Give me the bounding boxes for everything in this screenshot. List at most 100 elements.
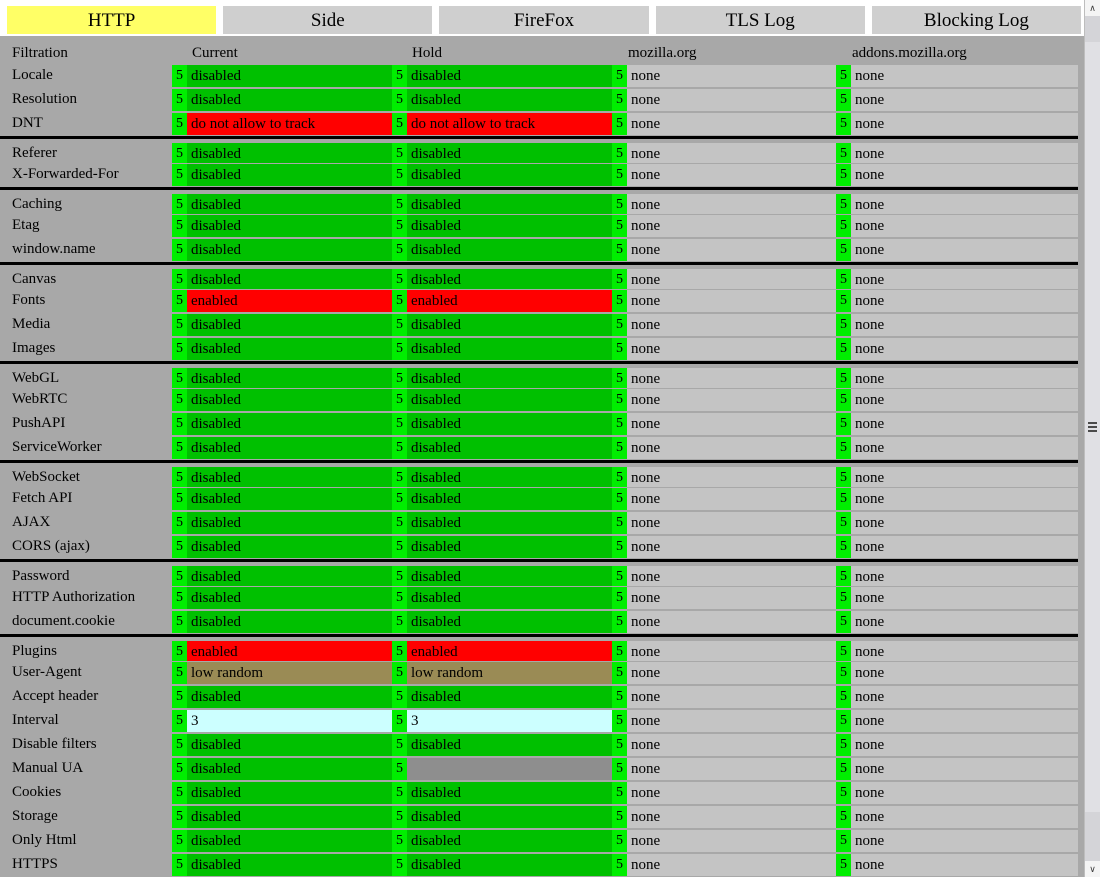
priority-badge[interactable]: 5 — [172, 437, 187, 459]
priority-badge[interactable]: 5 — [392, 782, 407, 804]
cell-value[interactable]: disabled — [187, 587, 409, 609]
priority-badge[interactable]: 5 — [392, 758, 407, 780]
priority-badge[interactable]: 5 — [836, 389, 851, 411]
priority-badge[interactable]: 5 — [612, 194, 627, 216]
cell-value[interactable]: none — [627, 611, 848, 633]
cell-value[interactable]: none — [627, 338, 848, 360]
vertical-scrollbar[interactable]: ∧ ∨ — [1084, 0, 1100, 877]
priority-badge[interactable]: 5 — [172, 512, 187, 534]
priority-badge[interactable]: 5 — [836, 143, 851, 165]
cell-value[interactable]: none — [851, 194, 1078, 216]
priority-badge[interactable]: 5 — [836, 290, 851, 312]
cell-value[interactable]: disabled — [407, 611, 629, 633]
priority-badge[interactable]: 5 — [172, 566, 187, 588]
priority-badge[interactable]: 5 — [836, 536, 851, 558]
cell-value[interactable]: none — [627, 662, 848, 684]
cell-value[interactable]: none — [851, 215, 1078, 237]
priority-badge[interactable]: 5 — [172, 806, 187, 828]
cell-value[interactable]: none — [627, 368, 848, 390]
tab-firefox[interactable]: FireFox — [439, 6, 649, 34]
cell-value[interactable]: none — [851, 437, 1078, 459]
priority-badge[interactable]: 5 — [392, 239, 407, 261]
cell-value[interactable]: disabled — [407, 194, 629, 216]
priority-badge[interactable]: 5 — [172, 269, 187, 291]
cell-value[interactable]: disabled — [187, 758, 409, 780]
cell-value[interactable]: disabled — [187, 854, 409, 876]
priority-badge[interactable]: 5 — [392, 587, 407, 609]
priority-badge[interactable]: 5 — [612, 734, 627, 756]
priority-badge[interactable]: 5 — [612, 113, 627, 135]
cell-value[interactable]: none — [851, 641, 1078, 663]
cell-value[interactable]: disabled — [187, 269, 409, 291]
cell-value[interactable]: none — [851, 368, 1078, 390]
cell-value[interactable]: none — [627, 413, 848, 435]
cell-value[interactable]: disabled — [407, 314, 629, 336]
priority-badge[interactable]: 5 — [836, 854, 851, 876]
scrollbar-track[interactable] — [1085, 16, 1100, 861]
cell-value[interactable]: disabled — [407, 269, 629, 291]
priority-badge[interactable]: 5 — [172, 467, 187, 489]
priority-badge[interactable]: 5 — [172, 239, 187, 261]
priority-badge[interactable]: 5 — [172, 734, 187, 756]
cell-value[interactable]: 3 — [187, 710, 409, 732]
cell-value[interactable]: none — [851, 686, 1078, 708]
cell-value[interactable]: disabled — [407, 512, 629, 534]
cell-value[interactable]: none — [851, 65, 1078, 87]
cell-value[interactable]: none — [851, 662, 1078, 684]
priority-badge[interactable]: 5 — [836, 239, 851, 261]
tab-tls-log[interactable]: TLS Log — [655, 6, 865, 34]
cell-value[interactable]: none — [851, 164, 1078, 186]
cell-value[interactable]: disabled — [187, 467, 409, 489]
cell-value[interactable]: none — [851, 290, 1078, 312]
cell-value[interactable]: none — [851, 854, 1078, 876]
priority-badge[interactable]: 5 — [172, 338, 187, 360]
cell-value[interactable]: disabled — [407, 368, 629, 390]
cell-value[interactable]: none — [627, 389, 848, 411]
cell-value[interactable]: disabled — [187, 89, 409, 111]
cell-value[interactable]: none — [627, 830, 848, 852]
priority-badge[interactable]: 5 — [392, 686, 407, 708]
cell-value[interactable]: none — [627, 587, 848, 609]
priority-badge[interactable]: 5 — [392, 437, 407, 459]
priority-badge[interactable]: 5 — [392, 389, 407, 411]
priority-badge[interactable]: 5 — [172, 686, 187, 708]
cell-value[interactable]: none — [627, 113, 848, 135]
priority-badge[interactable]: 5 — [836, 758, 851, 780]
cell-value[interactable]: none — [851, 587, 1078, 609]
priority-badge[interactable]: 5 — [392, 65, 407, 87]
priority-badge[interactable]: 5 — [836, 587, 851, 609]
priority-badge[interactable]: 5 — [172, 662, 187, 684]
priority-badge[interactable]: 5 — [172, 113, 187, 135]
priority-badge[interactable]: 5 — [172, 143, 187, 165]
cell-value[interactable]: none — [851, 239, 1078, 261]
priority-badge[interactable]: 5 — [836, 641, 851, 663]
cell-value[interactable]: disabled — [187, 164, 409, 186]
cell-value[interactable]: disabled — [187, 194, 409, 216]
cell-value[interactable]: disabled — [407, 587, 629, 609]
priority-badge[interactable]: 5 — [836, 269, 851, 291]
cell-value[interactable]: disabled — [187, 488, 409, 510]
priority-badge[interactable]: 5 — [172, 194, 187, 216]
cell-value[interactable]: none — [627, 710, 848, 732]
priority-badge[interactable]: 5 — [392, 512, 407, 534]
priority-badge[interactable]: 5 — [612, 854, 627, 876]
scrollbar-thumb[interactable] — [1085, 42, 1100, 812]
cell-value[interactable]: disabled — [187, 830, 409, 852]
cell-value[interactable]: disabled — [407, 65, 629, 87]
cell-value[interactable]: none — [851, 89, 1078, 111]
priority-badge[interactable]: 5 — [836, 782, 851, 804]
priority-badge[interactable]: 5 — [612, 782, 627, 804]
cell-value[interactable]: disabled — [407, 389, 629, 411]
cell-value[interactable]: none — [627, 806, 848, 828]
cell-value[interactable]: none — [627, 641, 848, 663]
cell-value[interactable]: disabled — [407, 143, 629, 165]
priority-badge[interactable]: 5 — [172, 587, 187, 609]
priority-badge[interactable]: 5 — [392, 467, 407, 489]
priority-badge[interactable]: 5 — [836, 830, 851, 852]
cell-value[interactable]: none — [627, 269, 848, 291]
priority-badge[interactable]: 5 — [612, 611, 627, 633]
cell-value[interactable]: disabled — [407, 413, 629, 435]
priority-badge[interactable]: 5 — [612, 488, 627, 510]
cell-value[interactable]: none — [627, 164, 848, 186]
priority-badge[interactable]: 5 — [392, 806, 407, 828]
